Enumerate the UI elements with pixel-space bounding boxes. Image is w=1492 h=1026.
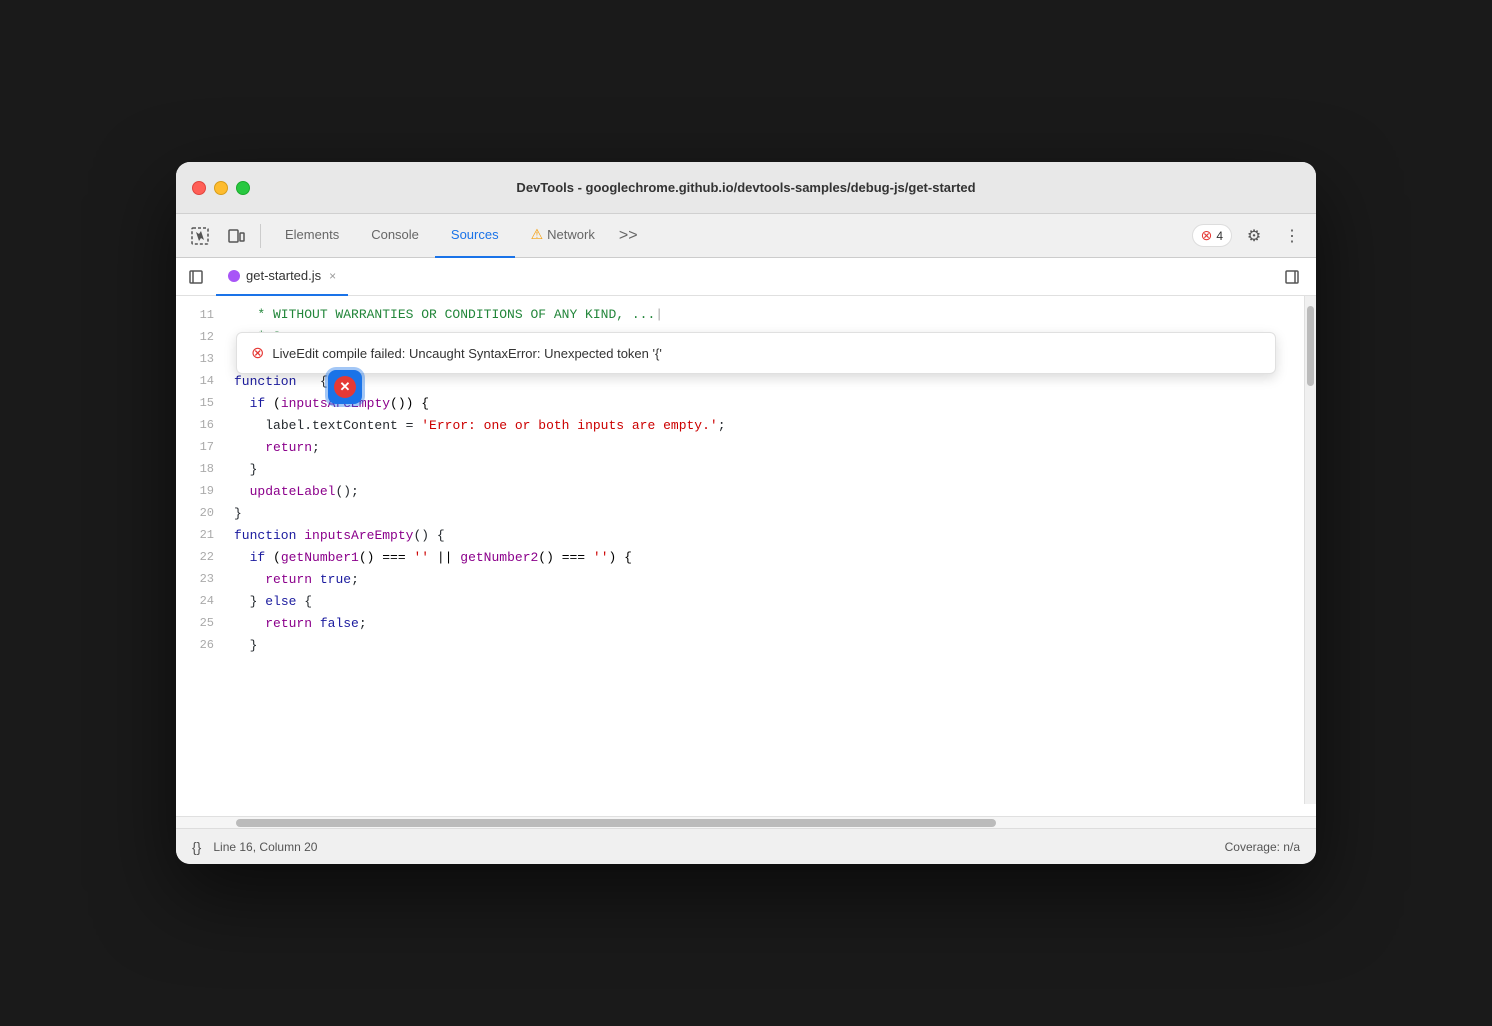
line-num-18: 18	[184, 458, 214, 480]
tab-sources[interactable]: Sources	[435, 214, 515, 258]
line-num-23: 23	[184, 568, 214, 590]
code-line-26: }	[234, 635, 1300, 657]
line-num-12: 12	[184, 326, 214, 348]
file-tab-name: get-started.js	[246, 268, 321, 283]
line-num-24: 24	[184, 590, 214, 612]
tab-more[interactable]: >>	[611, 227, 646, 245]
line-num-16: 16	[184, 414, 214, 436]
inline-error-button[interactable]: ✕	[328, 370, 362, 404]
minimize-button[interactable]	[214, 181, 228, 195]
cursor-icon	[191, 227, 209, 245]
code-line-19: updateLabel();	[234, 481, 1300, 503]
code-line-21: function inputsAreEmpty() {	[234, 525, 1300, 547]
more-options-button[interactable]: ⋮	[1276, 220, 1308, 252]
line-numbers: 11 12 13 14 15 16 17 18 19 20 21 22 23 2…	[176, 296, 226, 665]
panel-toggle-icon	[189, 270, 203, 284]
code-line-18: }	[234, 459, 1300, 481]
error-icon: ⊗	[1201, 227, 1213, 244]
error-tooltip-icon: ⊗	[251, 343, 264, 363]
vertical-scrollbar-thumb[interactable]	[1307, 306, 1314, 386]
code-line-14: function {	[234, 371, 1300, 393]
code-line-20: }	[234, 503, 1300, 525]
horizontal-scrollbar-thumb[interactable]	[236, 819, 996, 827]
line-num-26: 26	[184, 634, 214, 656]
code-line-22: if (getNumber1() === '' || getNumber2() …	[234, 547, 1300, 569]
code-line-11: * WITHOUT WARRANTIES OR CONDITIONS OF AN…	[234, 304, 1300, 326]
separator	[260, 224, 261, 248]
code-area: ⊗ LiveEdit compile failed: Uncaught Synt…	[176, 296, 1316, 816]
close-button[interactable]	[192, 181, 206, 195]
settings-button[interactable]: ⚙	[1238, 220, 1270, 252]
file-tab-bar: get-started.js ×	[176, 258, 1316, 296]
code-line-25: return false;	[234, 613, 1300, 635]
window-title: DevTools - googlechrome.github.io/devtoo…	[516, 180, 975, 195]
tab-elements[interactable]: Elements	[269, 214, 355, 258]
right-panel-icon	[1285, 270, 1299, 284]
code-line-23: return true;	[234, 569, 1300, 591]
line-num-22: 22	[184, 546, 214, 568]
line-num-13: 13	[184, 348, 214, 370]
cursor-position: Line 16, Column 20	[213, 840, 317, 854]
devtools-toolbar: Elements Console Sources ⚠ Network >> ⊗ …	[176, 214, 1316, 258]
toolbar-right: ⊗ 4 ⚙ ⋮	[1192, 220, 1308, 252]
line-num-14: 14	[184, 370, 214, 392]
maximize-button[interactable]	[236, 181, 250, 195]
error-count: 4	[1216, 229, 1223, 243]
devtools-window: DevTools - googlechrome.github.io/devtoo…	[176, 162, 1316, 864]
horizontal-scrollbar-area	[176, 816, 1316, 828]
right-panel-toggle-button[interactable]	[1276, 261, 1308, 293]
js-file-icon	[228, 270, 240, 282]
file-tab-bar-right	[1276, 261, 1312, 293]
error-tooltip-text: LiveEdit compile failed: Uncaught Syntax…	[272, 346, 661, 361]
device-toolbar-button[interactable]	[220, 220, 252, 252]
code-line-24: } else {	[234, 591, 1300, 613]
status-right: Coverage: n/a	[1225, 840, 1300, 854]
line-num-11: 11	[184, 304, 214, 326]
inspect-element-button[interactable]	[184, 220, 216, 252]
line-num-21: 21	[184, 524, 214, 546]
network-warning-icon: ⚠	[531, 226, 544, 243]
panel-toggle-button[interactable]	[180, 261, 212, 293]
code-line-16: label.textContent = 'Error: one or both …	[234, 415, 1300, 437]
line-num-19: 19	[184, 480, 214, 502]
traffic-lights	[192, 181, 250, 195]
vertical-scrollbar[interactable]	[1304, 296, 1316, 804]
line-num-20: 20	[184, 502, 214, 524]
code-line-17: return;	[234, 437, 1300, 459]
device-icon	[227, 227, 245, 245]
error-tooltip: ⊗ LiveEdit compile failed: Uncaught Synt…	[236, 332, 1276, 374]
tab-list: Elements Console Sources ⚠ Network >>	[269, 214, 1188, 258]
tab-console[interactable]: Console	[355, 214, 435, 258]
inline-error-x-icon: ✕	[334, 376, 356, 398]
line-num-25: 25	[184, 612, 214, 634]
file-tab-get-started[interactable]: get-started.js ×	[216, 258, 348, 296]
line-num-15: 15	[184, 392, 214, 414]
title-bar: DevTools - googlechrome.github.io/devtoo…	[176, 162, 1316, 214]
line-num-17: 17	[184, 436, 214, 458]
error-badge[interactable]: ⊗ 4	[1192, 224, 1232, 247]
status-bar: {} Line 16, Column 20 Coverage: n/a	[176, 828, 1316, 864]
format-button[interactable]: {}	[192, 839, 201, 855]
file-tab-close-button[interactable]: ×	[329, 269, 336, 283]
status-left: {} Line 16, Column 20	[192, 839, 317, 855]
coverage-info: Coverage: n/a	[1225, 840, 1300, 854]
code-line-15: if (inputsAreEmpty()) {	[234, 393, 1300, 415]
tab-network[interactable]: ⚠ Network	[515, 214, 611, 258]
